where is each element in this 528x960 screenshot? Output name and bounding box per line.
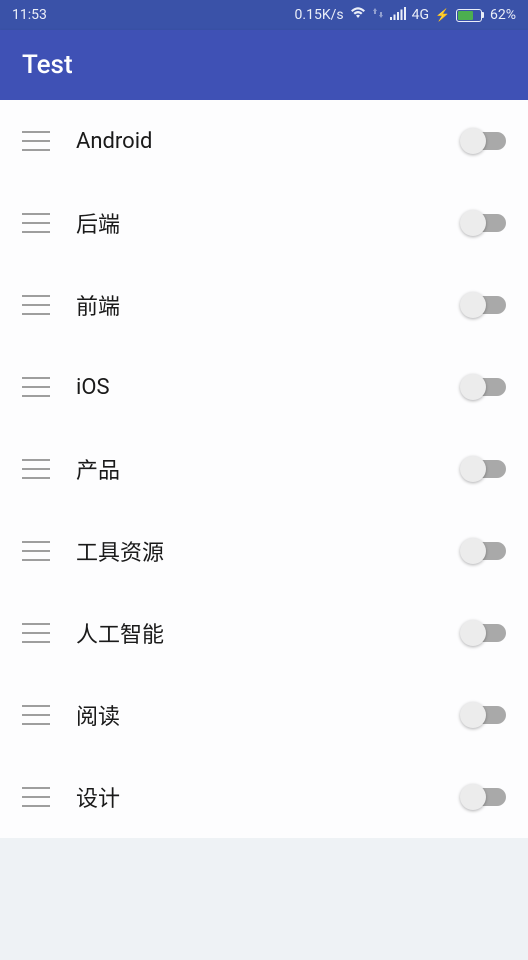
toggle-switch[interactable] [462,624,506,642]
signal-icon [390,7,406,24]
toggle-thumb [460,374,486,400]
status-network: 4G [412,7,429,23]
status-right: 0.15K/s 4G ⚡ 62% [295,6,516,24]
item-label: Android [76,129,462,154]
drag-handle-icon[interactable] [22,459,50,479]
drag-handle-icon[interactable] [22,131,50,151]
toggle-switch[interactable] [462,788,506,806]
toggle-switch[interactable] [462,214,506,232]
page-title: Test [22,50,73,80]
list-item: Android [0,100,528,182]
status-left: 11:53 [12,7,47,23]
list-item: 人工智能 [0,592,528,674]
item-label: 前端 [76,289,462,321]
toggle-thumb [460,210,486,236]
status-bar: 11:53 0.15K/s 4G ⚡ 62% [0,0,528,30]
app-bar: Test [0,30,528,100]
item-label: 人工智能 [76,617,462,649]
list-item: 后端 [0,182,528,264]
drag-handle-icon[interactable] [22,213,50,233]
list-item: iOS [0,346,528,428]
item-label: 设计 [76,781,462,813]
item-label: 产品 [76,453,462,485]
list-item: 前端 [0,264,528,346]
toggle-thumb [460,128,486,154]
drag-handle-icon[interactable] [22,295,50,315]
toggle-thumb [460,784,486,810]
toggle-thumb [460,456,486,482]
drag-handle-icon[interactable] [22,623,50,643]
toggle-thumb [460,538,486,564]
item-label: 后端 [76,207,462,239]
status-speed: 0.15K/s [295,7,344,23]
toggle-switch[interactable] [462,706,506,724]
updown-icon [372,6,384,24]
charging-icon: ⚡ [435,8,450,22]
drag-handle-icon[interactable] [22,377,50,397]
toggle-thumb [460,620,486,646]
drag-handle-icon[interactable] [22,787,50,807]
toggle-switch[interactable] [462,542,506,560]
status-time: 11:53 [12,7,47,23]
list-item: 产品 [0,428,528,510]
toggle-switch[interactable] [462,460,506,478]
status-battery: 62% [490,7,516,23]
list-item: 工具资源 [0,510,528,592]
item-label: 阅读 [76,699,462,731]
drag-handle-icon[interactable] [22,541,50,561]
list-item: 设计 [0,756,528,838]
wifi-icon [350,6,366,24]
battery-icon [456,9,484,22]
list-item: 阅读 [0,674,528,756]
toggle-thumb [460,702,486,728]
toggle-switch[interactable] [462,132,506,150]
toggle-thumb [460,292,486,318]
drag-handle-icon[interactable] [22,705,50,725]
toggle-switch[interactable] [462,378,506,396]
item-label: 工具资源 [76,535,462,567]
settings-list: Android 后端前端 iOS 产品工具资源人工智能阅读设计 [0,100,528,838]
toggle-switch[interactable] [462,296,506,314]
item-label: iOS [76,375,462,400]
